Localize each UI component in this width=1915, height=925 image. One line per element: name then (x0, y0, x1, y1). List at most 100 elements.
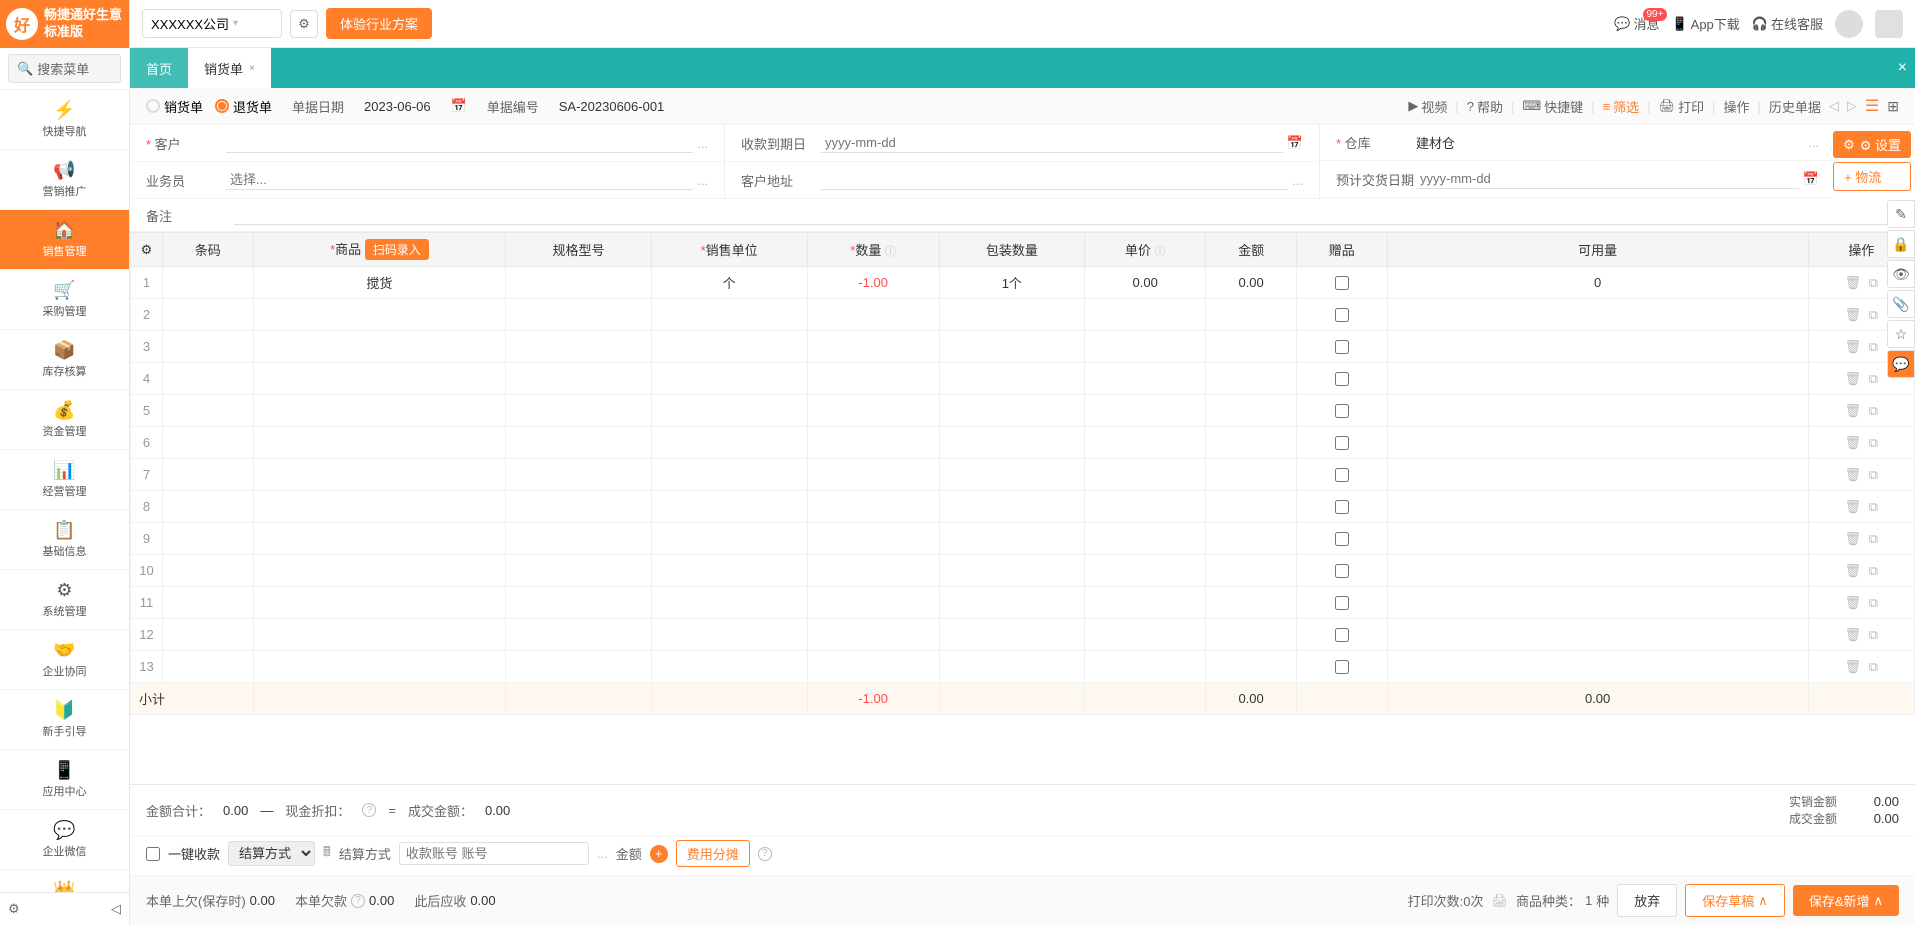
delete-icon[interactable]: 🗑 (1845, 403, 1862, 418)
delete-icon[interactable]: 🗑 (1845, 627, 1862, 642)
row-amount[interactable] (1206, 651, 1297, 683)
row-pack-qty[interactable] (939, 395, 1084, 427)
row-product[interactable] (253, 523, 506, 555)
payment-method-select[interactable]: 结算方式 (228, 841, 315, 866)
nav-next-icon[interactable]: ▷ (1847, 98, 1857, 114)
row-qty[interactable] (807, 395, 939, 427)
gift-checkbox[interactable] (1335, 276, 1349, 290)
sidebar-item-basics[interactable]: 📋基础信息 (0, 510, 129, 570)
gift-checkbox[interactable] (1335, 468, 1349, 482)
row-price[interactable] (1085, 395, 1206, 427)
row-spec[interactable] (506, 555, 651, 587)
row-pack-qty[interactable] (939, 427, 1084, 459)
float-attachment-button[interactable]: 📎 (1887, 290, 1915, 318)
gift-checkbox[interactable] (1335, 404, 1349, 418)
gift-checkbox[interactable] (1335, 532, 1349, 546)
row-barcode[interactable] (163, 299, 254, 331)
row-gift[interactable] (1296, 555, 1387, 587)
row-amount[interactable]: 0.00 (1206, 267, 1297, 299)
row-unit[interactable] (651, 651, 807, 683)
row-spec[interactable] (506, 491, 651, 523)
delete-icon[interactable]: 🗑 (1845, 275, 1862, 290)
delete-icon[interactable]: 🗑 (1845, 595, 1862, 610)
gift-checkbox[interactable] (1335, 308, 1349, 322)
calendar-icon-3[interactable]: 📅 (1803, 171, 1819, 187)
copy-icon[interactable]: ⧉ (1869, 499, 1878, 514)
copy-icon[interactable]: ⧉ (1869, 339, 1878, 354)
row-price[interactable]: 0.00 (1085, 267, 1206, 299)
row-spec[interactable] (506, 267, 651, 299)
row-product[interactable] (253, 331, 506, 363)
row-pack-qty[interactable] (939, 491, 1084, 523)
logistics-button[interactable]: + 物流 (1833, 162, 1911, 191)
product-type[interactable]: 商品种类： 1 种 (1516, 891, 1609, 910)
row-amount[interactable] (1206, 587, 1297, 619)
calendar-icon[interactable]: 📅 (451, 98, 467, 114)
copy-icon[interactable]: ⧉ (1869, 563, 1878, 578)
delete-icon[interactable]: 🗑 (1845, 563, 1862, 578)
row-amount[interactable] (1206, 427, 1297, 459)
copy-icon[interactable]: ⧉ (1869, 595, 1878, 610)
row-qty[interactable] (807, 363, 939, 395)
row-pack-qty[interactable] (939, 363, 1084, 395)
row-product[interactable] (253, 363, 506, 395)
gift-checkbox[interactable] (1335, 628, 1349, 642)
row-pack-qty[interactable] (939, 555, 1084, 587)
customer-dots[interactable]: ... (697, 136, 708, 151)
gift-checkbox[interactable] (1335, 500, 1349, 514)
gift-checkbox[interactable] (1335, 340, 1349, 354)
grid-view-icon[interactable]: ⊞ (1887, 98, 1899, 115)
row-unit[interactable] (651, 555, 807, 587)
copy-icon[interactable]: ⧉ (1869, 371, 1878, 386)
row-pack-qty[interactable] (939, 459, 1084, 491)
help-tool[interactable]: ? 帮助 (1467, 97, 1503, 116)
copy-icon[interactable]: ⧉ (1869, 531, 1878, 546)
filter-tool[interactable]: ≡ 筛选 (1603, 97, 1640, 116)
user-menu-button[interactable] (1875, 10, 1903, 38)
row-gift[interactable] (1296, 619, 1387, 651)
row-spec[interactable] (506, 587, 651, 619)
copy-icon[interactable]: ⧉ (1869, 659, 1878, 674)
row-qty[interactable] (807, 459, 939, 491)
row-qty[interactable] (807, 299, 939, 331)
row-spec[interactable] (506, 363, 651, 395)
row-price[interactable] (1085, 299, 1206, 331)
row-unit[interactable] (651, 331, 807, 363)
tabbar-close-all[interactable]: × (1898, 59, 1907, 77)
message-button[interactable]: 💬 消息 99+ (1614, 14, 1659, 33)
gift-checkbox[interactable] (1335, 564, 1349, 578)
row-spec[interactable] (506, 299, 651, 331)
fee-help-icon[interactable]: ? (758, 847, 772, 861)
row-pack-qty[interactable] (939, 523, 1084, 555)
customer-input[interactable] (226, 133, 693, 153)
list-view-icon[interactable]: ☰ (1865, 96, 1879, 116)
row-spec[interactable] (506, 459, 651, 491)
row-qty[interactable] (807, 491, 939, 523)
row-gift[interactable] (1296, 427, 1387, 459)
row-pack-qty[interactable] (939, 331, 1084, 363)
user-avatar[interactable] (1835, 10, 1863, 38)
shortcut-tool[interactable]: ⌨ 快捷键 (1522, 97, 1583, 116)
gift-checkbox[interactable] (1335, 660, 1349, 674)
gift-checkbox[interactable] (1335, 372, 1349, 386)
row-price[interactable] (1085, 619, 1206, 651)
row-spec[interactable] (506, 651, 651, 683)
delete-icon[interactable]: 🗑 (1845, 435, 1862, 450)
row-qty[interactable]: -1.00 (807, 267, 939, 299)
row-price[interactable] (1085, 331, 1206, 363)
float-edit-button[interactable]: ✎ (1887, 200, 1915, 228)
sidebar-item-quick-nav[interactable]: ⚡快捷导航 (0, 90, 129, 150)
row-gift[interactable] (1296, 523, 1387, 555)
row-pack-qty[interactable] (939, 299, 1084, 331)
calendar-icon-2[interactable]: 📅 (1287, 135, 1303, 151)
row-product[interactable] (253, 619, 506, 651)
row-product[interactable] (253, 587, 506, 619)
row-price[interactable] (1085, 491, 1206, 523)
row-price[interactable] (1085, 651, 1206, 683)
row-barcode[interactable] (163, 331, 254, 363)
row-barcode[interactable] (163, 651, 254, 683)
row-amount[interactable] (1206, 459, 1297, 491)
row-barcode[interactable] (163, 459, 254, 491)
row-unit[interactable] (651, 491, 807, 523)
row-barcode[interactable] (163, 491, 254, 523)
